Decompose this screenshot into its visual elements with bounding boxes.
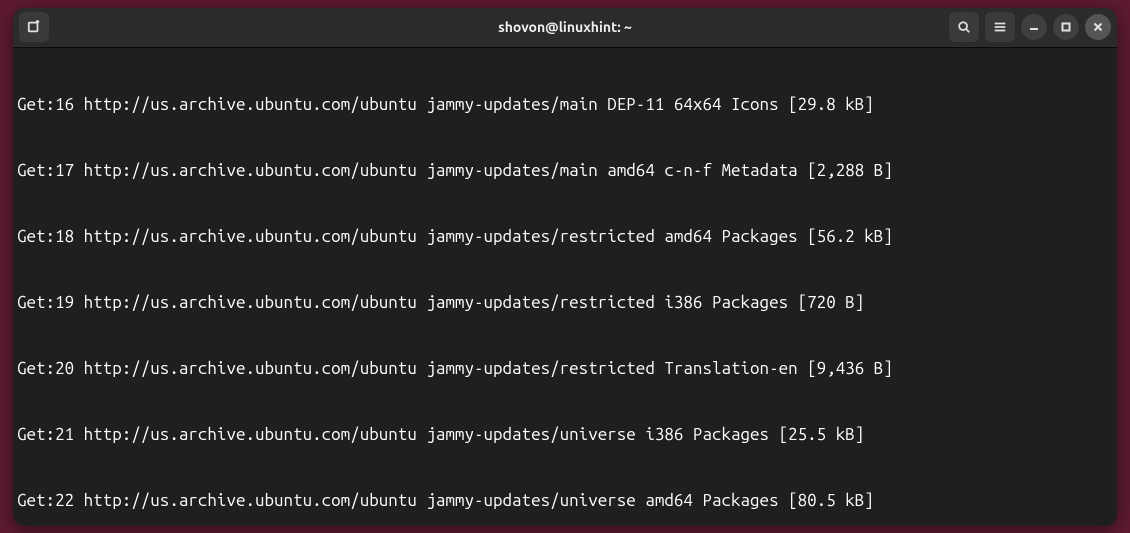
new-tab-icon bbox=[27, 20, 41, 34]
output-line: Get:22 http://us.archive.ubuntu.com/ubun… bbox=[17, 490, 1113, 512]
minimize-button[interactable] bbox=[1021, 14, 1047, 40]
close-icon bbox=[1093, 22, 1103, 32]
output-line: Get:20 http://us.archive.ubuntu.com/ubun… bbox=[17, 358, 1113, 380]
maximize-button[interactable] bbox=[1053, 14, 1079, 40]
output-line: Get:17 http://us.archive.ubuntu.com/ubun… bbox=[17, 160, 1113, 182]
minimize-icon bbox=[1029, 22, 1039, 32]
menu-button[interactable] bbox=[985, 12, 1015, 42]
terminal-window: shovon@linuxhint: ~ Get:16 http://us.arc… bbox=[13, 8, 1117, 526]
close-button[interactable] bbox=[1085, 14, 1111, 40]
window-title: shovon@linuxhint: ~ bbox=[498, 19, 632, 35]
output-line: Get:16 http://us.archive.ubuntu.com/ubun… bbox=[17, 94, 1113, 116]
output-line: Get:21 http://us.archive.ubuntu.com/ubun… bbox=[17, 424, 1113, 446]
new-tab-button[interactable] bbox=[19, 12, 49, 42]
terminal-output[interactable]: Get:16 http://us.archive.ubuntu.com/ubun… bbox=[13, 48, 1117, 526]
titlebar: shovon@linuxhint: ~ bbox=[13, 8, 1117, 48]
search-icon bbox=[957, 20, 971, 34]
output-line: Get:19 http://us.archive.ubuntu.com/ubun… bbox=[17, 292, 1113, 314]
search-button[interactable] bbox=[949, 12, 979, 42]
hamburger-icon bbox=[993, 20, 1007, 34]
maximize-icon bbox=[1061, 22, 1071, 32]
output-line: Get:18 http://us.archive.ubuntu.com/ubun… bbox=[17, 226, 1113, 248]
